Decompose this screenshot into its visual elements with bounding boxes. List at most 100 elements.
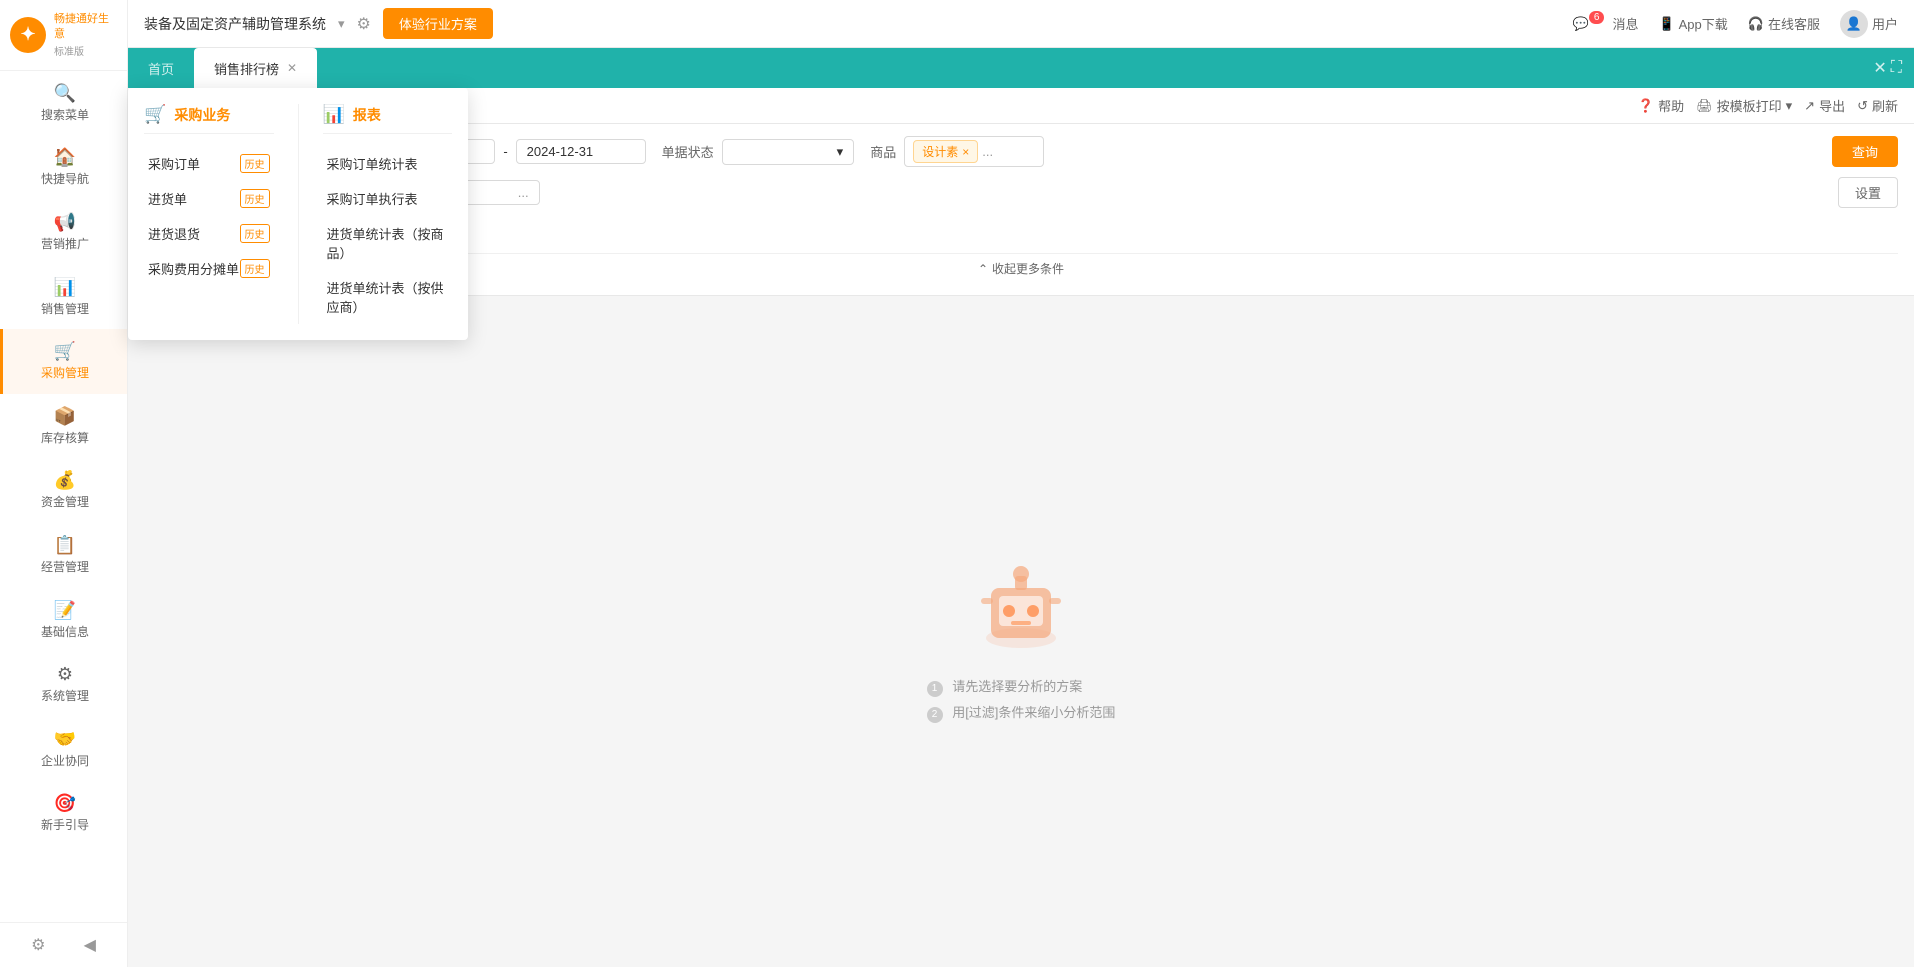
purchase-order-item[interactable]: 采购订单 历史 bbox=[144, 146, 274, 181]
topbar-arrow-icon[interactable]: ▾ bbox=[338, 16, 345, 32]
tab-bar-actions: ✕ ⛶ bbox=[1861, 58, 1914, 78]
tab-home-label: 首页 bbox=[148, 59, 174, 78]
tab-home[interactable]: 首页 bbox=[128, 48, 194, 88]
goods-label: 商品 bbox=[870, 142, 896, 161]
empty-text: 1 请先选择要分析的方案 2 用[过滤]条件来缩小分析范围 bbox=[927, 674, 1116, 726]
system-icon: ⚙ bbox=[57, 664, 73, 685]
app-download-btn[interactable]: 📱 App下载 bbox=[1658, 14, 1727, 33]
sidebar-item-purchase[interactable]: 🛒 采购管理 bbox=[0, 329, 127, 394]
online-service-btn[interactable]: 🎧 在线客服 bbox=[1748, 14, 1820, 33]
tab-close-all-icon[interactable]: ✕ bbox=[1873, 58, 1886, 78]
purchase-order-stats-item[interactable]: 采购订单统计表 bbox=[323, 146, 453, 181]
bill-status-select[interactable]: ▾ bbox=[722, 139, 855, 165]
user-btn[interactable]: 👤 用户 bbox=[1840, 10, 1898, 38]
collapse-sidebar-btn[interactable]: ◀ bbox=[84, 935, 96, 955]
sidebar-item-sales[interactable]: 📊 销售管理 bbox=[0, 265, 127, 330]
guide-icon: 🎯 bbox=[54, 793, 76, 814]
goods-receipt-label: 进货单 bbox=[148, 189, 187, 208]
purchase-order-exec-item[interactable]: 采购订单执行表 bbox=[323, 181, 453, 216]
collapse-icon: ⌃ bbox=[978, 262, 988, 276]
goods-return-history[interactable]: 历史 bbox=[240, 224, 270, 243]
messages-badge: 6 bbox=[1589, 11, 1605, 24]
empty-illustration bbox=[961, 538, 1081, 658]
goods-receipt-history[interactable]: 历史 bbox=[240, 189, 270, 208]
purchase-order-stats-label: 采购订单统计表 bbox=[327, 154, 418, 173]
operations-icon: 📋 bbox=[54, 535, 76, 556]
tab-expand-icon[interactable]: ⛶ bbox=[1891, 59, 1902, 77]
goods-receipt-item[interactable]: 进货单 历史 bbox=[144, 181, 274, 216]
top-bar: 装备及固定资产辅助管理系统 ▾ ⚙ 体验行业方案 💬 6 消息 📱 App下载 … bbox=[128, 0, 1914, 48]
nav-label-operations: 经营管理 bbox=[41, 560, 89, 576]
nav-label-purchase: 采购管理 bbox=[41, 366, 89, 382]
nav-label-enterprise: 企业协同 bbox=[41, 754, 89, 770]
user-icon: 👤 bbox=[1846, 16, 1862, 32]
sidebar-bottom: ⚙ ◀ bbox=[0, 922, 127, 967]
sidebar-item-basic[interactable]: 📝 基础信息 bbox=[0, 588, 127, 653]
print-arrow-icon: ▾ bbox=[1786, 98, 1793, 114]
report-col: 📊 报表 采购订单统计表 采购订单执行表 进货单统计表（按商品） 进货单统计表（… bbox=[323, 104, 453, 324]
topbar-settings-icon[interactable]: ⚙ bbox=[357, 14, 371, 34]
settings-bottom-btn[interactable]: ⚙ bbox=[31, 935, 45, 955]
sidebar-item-system[interactable]: ⚙ 系统管理 bbox=[0, 652, 127, 717]
tab-close-icon[interactable]: ✕ bbox=[287, 61, 297, 75]
nav-label-finance: 资金管理 bbox=[41, 495, 89, 511]
report-col-title: 📊 报表 bbox=[323, 104, 453, 134]
enterprise-icon: 🤝 bbox=[54, 729, 76, 750]
headset-icon: 🎧 bbox=[1748, 16, 1764, 32]
date-to-input[interactable] bbox=[516, 139, 646, 164]
goods-select[interactable]: 设计素 × ... bbox=[904, 136, 1044, 167]
mobile-icon: 📱 bbox=[1658, 16, 1674, 32]
filter-actions: 查询 bbox=[1832, 136, 1898, 167]
refresh-btn[interactable]: ↺ 刷新 bbox=[1857, 96, 1898, 115]
sidebar: ✦ 畅捷通好生意 标准版 🔍 搜索菜单 🏠 快捷导航 📢 营销推广 📊 bbox=[0, 0, 128, 967]
goods-tag-close[interactable]: × bbox=[962, 145, 969, 159]
export-btn[interactable]: ↗ 导出 bbox=[1804, 96, 1845, 115]
avatar: 👤 bbox=[1840, 10, 1868, 38]
sidebar-nav: 🔍 搜索菜单 🏠 快捷导航 📢 营销推广 📊 销售管理 🛒 采购管理 📦 bbox=[0, 71, 127, 922]
goods-stats-by-product-item[interactable]: 进货单统计表（按商品） bbox=[323, 216, 453, 270]
template-print-label: 按模板打印 bbox=[1717, 96, 1782, 115]
sidebar-item-quick-nav[interactable]: 🏠 快捷导航 bbox=[0, 135, 127, 200]
report-col-icon: 📊 bbox=[323, 104, 345, 125]
sidebar-item-guide[interactable]: 🎯 新手引导 bbox=[0, 781, 127, 846]
help-btn[interactable]: ❓ 帮助 bbox=[1638, 96, 1684, 115]
report-col-label: 报表 bbox=[353, 105, 381, 125]
purchase-col-title: 🛒 采购业务 bbox=[144, 104, 274, 134]
nav-label-search: 搜索菜单 bbox=[41, 108, 89, 124]
goods-stats-by-supplier-item[interactable]: 进货单统计表（按供应商） bbox=[323, 270, 453, 324]
sidebar-item-inventory[interactable]: 📦 库存核算 bbox=[0, 394, 127, 459]
query-btn[interactable]: 查询 bbox=[1832, 136, 1898, 167]
goods-filter: 商品 设计素 × ... bbox=[870, 136, 1044, 167]
sidebar-item-search[interactable]: 🔍 搜索菜单 bbox=[0, 71, 127, 136]
sidebar-item-finance[interactable]: 💰 资金管理 bbox=[0, 458, 127, 523]
nav-label-basic: 基础信息 bbox=[41, 625, 89, 641]
tab-sales-rank[interactable]: 销售排行榜 ✕ bbox=[194, 48, 317, 88]
salesperson-dots: ... bbox=[518, 185, 529, 200]
nav-label-guide: 新手引导 bbox=[41, 818, 89, 834]
settings-btn[interactable]: 设置 bbox=[1838, 177, 1898, 208]
goods-return-item[interactable]: 进货退货 历史 bbox=[144, 216, 274, 251]
messages-btn[interactable]: 💬 6 消息 bbox=[1573, 14, 1639, 33]
marketing-icon: 📢 bbox=[54, 212, 76, 233]
purchase-col-icon: 🛒 bbox=[144, 104, 166, 125]
help-label: 帮助 bbox=[1658, 96, 1684, 115]
goods-stats-by-supplier-label: 进货单统计表（按供应商） bbox=[327, 278, 449, 316]
goods-return-label: 进货退货 bbox=[148, 224, 200, 243]
nav-label-quick-nav: 快捷导航 bbox=[41, 172, 89, 188]
purchase-expense-item[interactable]: 采购费用分摊单 历史 bbox=[144, 251, 274, 286]
purchase-order-history[interactable]: 历史 bbox=[240, 154, 270, 173]
sales-icon: 📊 bbox=[54, 277, 76, 298]
refresh-label: 刷新 bbox=[1872, 96, 1898, 115]
home-icon: 🏠 bbox=[54, 147, 76, 168]
sidebar-item-enterprise[interactable]: 🤝 企业协同 bbox=[0, 717, 127, 782]
goods-tag: 设计素 × bbox=[913, 140, 978, 163]
purchase-expense-history[interactable]: 历史 bbox=[240, 259, 270, 278]
export-icon: ↗ bbox=[1804, 98, 1815, 114]
sidebar-item-operations[interactable]: 📋 经营管理 bbox=[0, 523, 127, 588]
sidebar-item-marketing[interactable]: 📢 营销推广 bbox=[0, 200, 127, 265]
template-print-btn[interactable]: 🖨 按模板打印 ▾ bbox=[1696, 96, 1792, 115]
finance-icon: 💰 bbox=[54, 470, 76, 491]
export-label: 导出 bbox=[1819, 96, 1845, 115]
industry-btn[interactable]: 体验行业方案 bbox=[383, 8, 493, 39]
logo-icon: ✦ bbox=[10, 17, 46, 53]
